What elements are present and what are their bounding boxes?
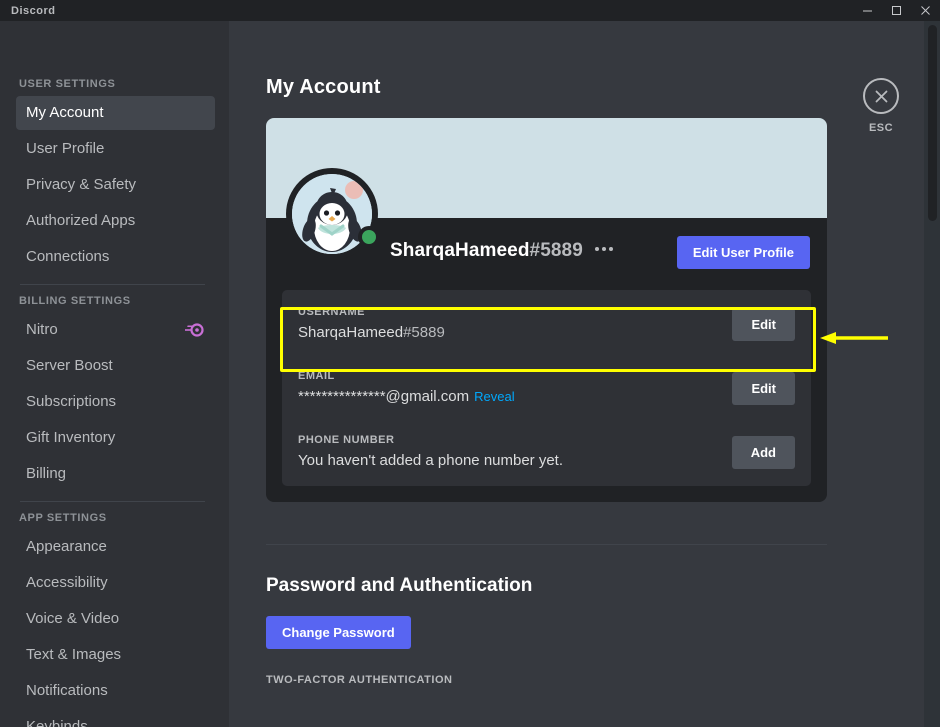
- sidebar-item-gift-inventory[interactable]: Gift Inventory: [16, 421, 215, 455]
- sidebar-item-label: Subscriptions: [26, 393, 117, 410]
- sidebar-item-voice-video[interactable]: Voice & Video: [16, 602, 215, 636]
- account-fields: USERNAME SharqaHameed#5889 Edit EMAIL **…: [282, 290, 811, 486]
- status-badge-online: [358, 226, 380, 248]
- profile-username: SharqaHameed#5889: [390, 240, 583, 262]
- sidebar-item-label: Keybinds: [26, 718, 88, 727]
- field-main: PHONE NUMBER You haven't added a phone n…: [298, 434, 732, 470]
- two-factor-authentication-label: TWO-FACTOR AUTHENTICATION: [266, 674, 453, 686]
- settings-window: USER SETTINGS My Account User Profile Pr…: [0, 21, 940, 727]
- sidebar-item-notifications[interactable]: Notifications: [16, 674, 215, 708]
- sidebar-item-connections[interactable]: Connections: [16, 240, 215, 274]
- sidebar-item-label: Privacy & Safety: [26, 176, 137, 193]
- field-label-email: EMAIL: [298, 370, 335, 382]
- account-card: SharqaHameed#5889 Edit User Profile USER…: [266, 118, 827, 502]
- sidebar-item-label: My Account: [26, 104, 104, 121]
- maximize-button[interactable]: [882, 0, 911, 21]
- edit-username-button[interactable]: Edit: [732, 307, 795, 341]
- sidebar-item-label: Notifications: [26, 682, 108, 699]
- password-section-title: Password and Authentication: [266, 575, 533, 596]
- change-password-button[interactable]: Change Password: [266, 616, 411, 649]
- reveal-email-link[interactable]: Reveal: [474, 389, 514, 404]
- sidebar-group-header-billing-settings: BILLING SETTINGS: [19, 295, 131, 307]
- sidebar-item-label: Gift Inventory: [26, 429, 116, 446]
- profile-name-row: SharqaHameed#5889: [390, 240, 613, 262]
- minimize-icon: [863, 10, 872, 12]
- sidebar-item-label: Billing: [26, 465, 67, 482]
- sidebar-divider: [20, 284, 205, 285]
- settings-sidebar-region: USER SETTINGS My Account User Profile Pr…: [0, 21, 229, 727]
- field-value-username: SharqaHameed#5889: [298, 323, 732, 342]
- sidebar-item-label: Voice & Video: [26, 610, 120, 627]
- sidebar-item-appearance[interactable]: Appearance: [16, 530, 215, 564]
- more-options-icon[interactable]: [594, 247, 613, 255]
- close-x-icon: [863, 78, 899, 114]
- sidebar-item-authorized-apps[interactable]: Authorized Apps: [16, 204, 215, 238]
- sidebar-item-privacy-safety[interactable]: Privacy & Safety: [16, 168, 215, 202]
- profile-header: SharqaHameed#5889 Edit User Profile: [266, 168, 827, 290]
- settings-content-inner: My Account SharqaHameed#5889 Edit User P…: [229, 21, 940, 727]
- sidebar-group-header-app-settings: APP SETTINGS: [19, 512, 107, 524]
- settings-content: My Account SharqaHameed#5889 Edit User P…: [229, 21, 940, 727]
- settings-sidebar: USER SETTINGS My Account User Profile Pr…: [0, 21, 229, 727]
- nitro-icon: [183, 322, 205, 338]
- sidebar-item-my-account[interactable]: My Account: [16, 96, 215, 130]
- sidebar-group-header-user-settings: USER SETTINGS: [19, 78, 116, 90]
- field-label-username: USERNAME: [298, 306, 365, 318]
- sidebar-item-label: Server Boost: [26, 357, 113, 374]
- profile-discriminator: #5889: [529, 240, 583, 261]
- annotation-pointer-arrow: [820, 332, 888, 344]
- field-main: EMAIL ***************@gmail.com Reveal: [298, 370, 732, 406]
- edit-user-profile-button[interactable]: Edit User Profile: [676, 236, 810, 269]
- field-label-phone: PHONE NUMBER: [298, 434, 395, 446]
- window-controls: [853, 0, 940, 21]
- sidebar-item-label: Nitro: [26, 321, 58, 338]
- sidebar-item-label: Appearance: [26, 538, 107, 555]
- sidebar-item-label: Connections: [26, 248, 110, 265]
- close-icon: [921, 6, 930, 15]
- avatar[interactable]: [286, 168, 380, 260]
- esc-label: ESC: [868, 122, 894, 134]
- sidebar-divider: [20, 501, 205, 502]
- scrollbar-thumb[interactable]: [928, 25, 937, 221]
- sidebar-item-nitro[interactable]: Nitro: [16, 313, 215, 347]
- sidebar-item-keybinds[interactable]: Keybinds: [16, 710, 215, 727]
- sidebar-item-user-profile[interactable]: User Profile: [16, 132, 215, 166]
- maximize-icon: [892, 6, 901, 15]
- field-value-email: ***************@gmail.com Reveal: [298, 387, 732, 406]
- field-main: USERNAME SharqaHameed#5889: [298, 306, 732, 342]
- section-divider: [266, 544, 827, 545]
- username-discriminator: #5889: [403, 324, 445, 341]
- field-value-phone: You haven't added a phone number yet.: [298, 452, 564, 469]
- edit-email-button[interactable]: Edit: [732, 371, 795, 405]
- profile-display-name: SharqaHameed: [390, 240, 530, 261]
- minimize-button[interactable]: [853, 0, 882, 21]
- field-row-email: EMAIL ***************@gmail.com Reveal Ed…: [282, 356, 811, 420]
- field-row-username: USERNAME SharqaHameed#5889 Edit: [282, 292, 811, 356]
- content-scrollbar[interactable]: [924, 21, 940, 727]
- username-text: SharqaHameed: [298, 324, 404, 341]
- close-settings-button[interactable]: ESC: [851, 78, 911, 134]
- page-title: My Account: [266, 76, 381, 98]
- email-masked-text: ***************@gmail.com: [298, 388, 470, 405]
- add-phone-button[interactable]: Add: [731, 435, 795, 469]
- close-button[interactable]: [911, 0, 940, 21]
- window-title: Discord: [11, 4, 56, 17]
- sidebar-item-label: Text & Images: [26, 646, 122, 663]
- sidebar-item-label: Authorized Apps: [26, 212, 136, 229]
- sidebar-item-label: Accessibility: [26, 574, 108, 591]
- sidebar-item-label: User Profile: [26, 140, 105, 157]
- sidebar-item-accessibility[interactable]: Accessibility: [16, 566, 215, 600]
- sidebar-item-text-images[interactable]: Text & Images: [16, 638, 215, 672]
- sidebar-item-subscriptions[interactable]: Subscriptions: [16, 385, 215, 419]
- sidebar-item-billing[interactable]: Billing: [16, 457, 215, 491]
- field-row-phone: PHONE NUMBER You haven't added a phone n…: [282, 420, 811, 484]
- window-titlebar: Discord: [0, 0, 940, 21]
- sidebar-item-server-boost[interactable]: Server Boost: [16, 349, 215, 383]
